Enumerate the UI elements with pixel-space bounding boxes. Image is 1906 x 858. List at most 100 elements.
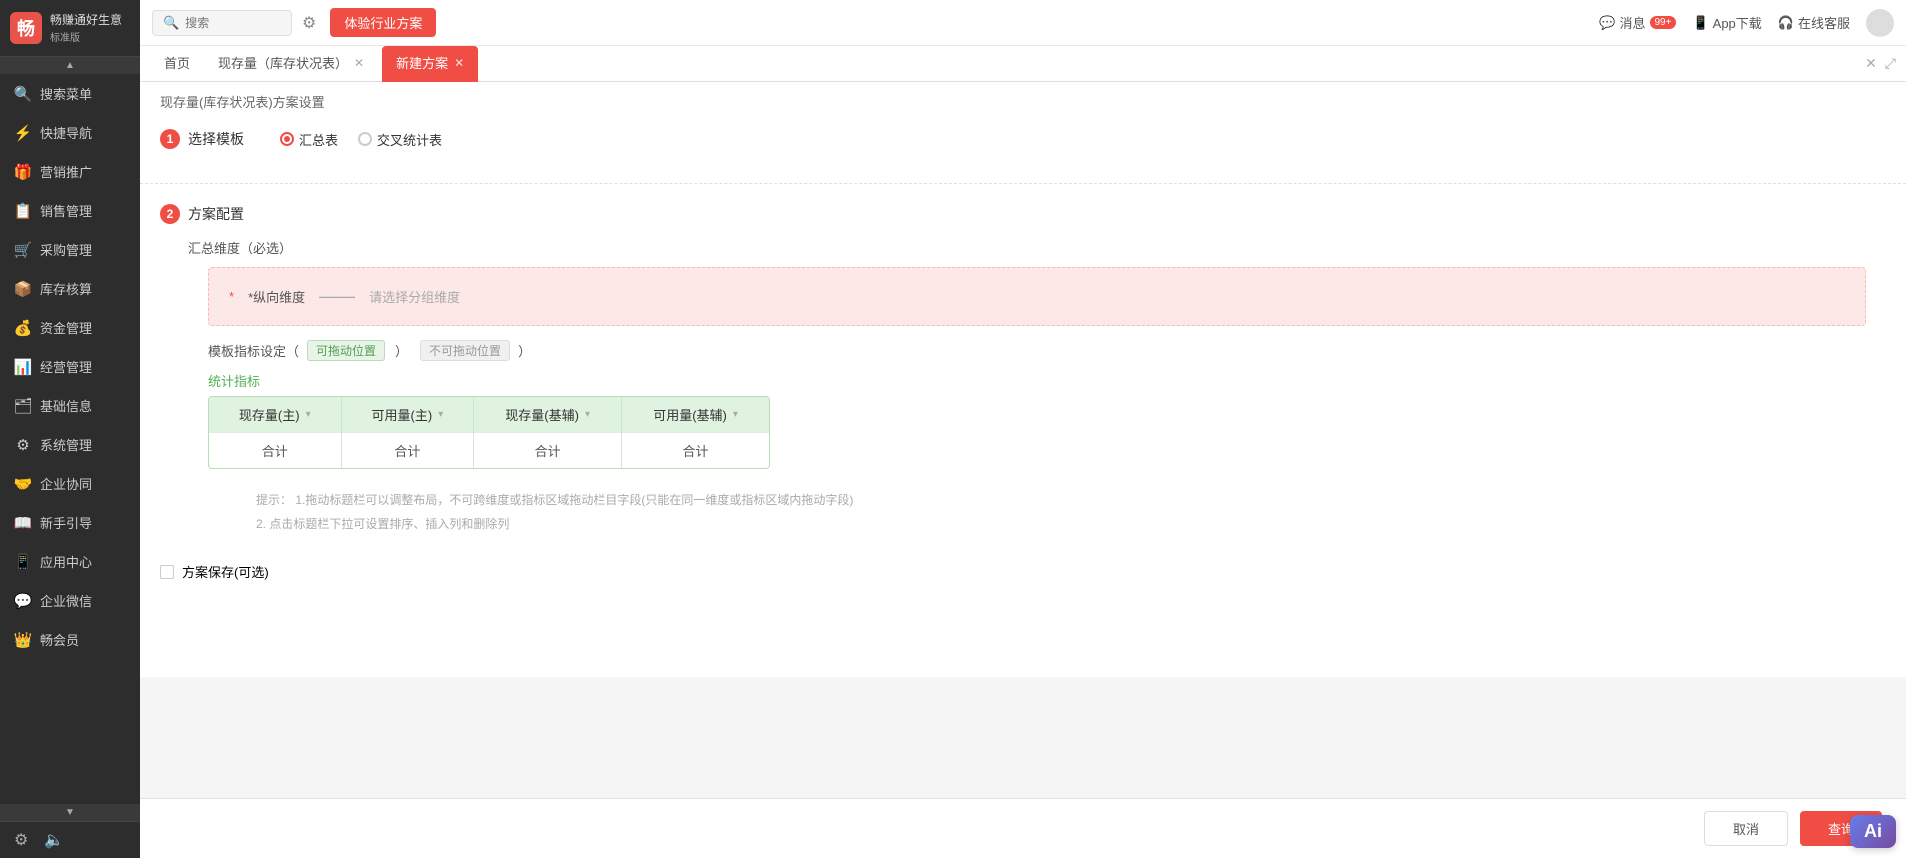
tab-expand-icon[interactable]: ⤢ (1885, 55, 1896, 72)
tab-close-inventory[interactable]: ✕ (354, 56, 364, 70)
sidebar-item-member[interactable]: 👑 畅会员 (0, 620, 140, 659)
sidebar-item-label: 快捷导航 (40, 123, 92, 142)
tag-draggable: 可拖动位置 (307, 340, 385, 361)
table-row: 合计 合计 合计 合计 (209, 433, 769, 469)
search-input[interactable] (185, 16, 275, 30)
indicator-settings: 模板指标设定（ 可拖动位置 ） 不可拖动位置 ） 统计指标 (208, 340, 1866, 536)
sidebar-scroll-up[interactable]: ▲ (0, 57, 140, 74)
sidebar-item-label: 营销推广 (40, 162, 92, 181)
sidebar-item-label: 应用中心 (40, 552, 92, 571)
cell-1-4: 合计 (622, 433, 769, 469)
dimension-inner: * *纵向维度 —— 请选择分组维度 (229, 286, 1845, 307)
indicator-label: 模板指标设定（ 可拖动位置 ） 不可拖动位置 ） (208, 340, 1866, 361)
sidebar-item-quick-nav[interactable]: ⚡ 快捷导航 (0, 113, 140, 152)
section-2: 2 方案配置 汇总维度（必选） * *纵向维度 —— 请选择分组维度 (140, 194, 1906, 546)
sidebar-item-label: 系统管理 (40, 435, 92, 454)
col-header-1[interactable]: 现存量(主) ▾ (209, 397, 341, 433)
app-logo: 畅 畅赚通好生意 标准版 (0, 0, 140, 57)
save-option-label: 方案保存(可选) (182, 562, 269, 581)
ai-badge[interactable]: Ai (1850, 815, 1896, 848)
cell-1-2: 合计 (341, 433, 474, 469)
radio-summary[interactable]: 汇总表 (280, 130, 338, 149)
dimension-required-label: 汇总维度（必选） (188, 238, 1886, 257)
sidebar-item-label: 基础信息 (40, 396, 92, 415)
sidebar-item-marketing[interactable]: 🎁 营销推广 (0, 152, 140, 191)
col-header-2[interactable]: 可用量(主) ▾ (341, 397, 474, 433)
search-icon: 🔍 (163, 15, 179, 31)
dimension-placeholder[interactable]: 请选择分组维度 (369, 287, 460, 306)
sidebar-item-operations[interactable]: 📊 经营管理 (0, 347, 140, 386)
sidebar-item-wechat[interactable]: 💬 企业微信 (0, 581, 140, 620)
tips-section: 提示： 1.拖动标题栏可以调整布局，不可跨维度或指标区域拖动栏目字段(只能在同一… (256, 488, 1846, 536)
save-checkbox[interactable] (160, 565, 174, 579)
cell-1-1: 合计 (209, 433, 341, 469)
settings-icon[interactable]: ⚙ (14, 830, 28, 850)
section-1: 1 选择模板 汇总表 交叉统计表 (140, 119, 1906, 173)
sidebar-item-corp[interactable]: 🤝 企业协同 (0, 464, 140, 503)
sidebar-item-guide[interactable]: 📖 新手引导 (0, 503, 140, 542)
sidebar-item-system[interactable]: ⚙ 系统管理 (0, 425, 140, 464)
user-avatar[interactable] (1866, 9, 1894, 37)
sidebar-item-sales[interactable]: 📋 销售管理 (0, 191, 140, 230)
sidebar-item-app-center[interactable]: 📱 应用中心 (0, 542, 140, 581)
content-area: 现存量(库存状况表)方案设置 1 选择模板 汇总表 交叉统计表 (140, 82, 1906, 858)
operations-icon: 📊 (14, 358, 32, 376)
base-info-icon: 🗂 (14, 397, 32, 415)
tip-2: 2. 点击标题栏下拉可设置排序、插入列和删除列 (256, 512, 1846, 536)
tab-home[interactable]: 首页 (150, 46, 204, 82)
topbar-right: 💬 消息 99+ 📱 App下载 🎧 在线客服 (1599, 9, 1894, 37)
sidebar-item-label: 经营管理 (40, 357, 92, 376)
section2-header: 2 方案配置 (160, 204, 1886, 224)
section1-title: 选择模板 (188, 129, 244, 149)
tab-inventory-status[interactable]: 现存量（库存状况表） ✕ (204, 46, 378, 82)
stats-table-wrapper: 现存量(主) ▾ 可用量(主) ▾ (208, 396, 770, 469)
required-star: * (229, 289, 234, 304)
dimension-area: * *纵向维度 —— 请选择分组维度 (208, 267, 1866, 326)
guide-icon: 📖 (14, 514, 32, 532)
inventory-icon: 📦 (14, 280, 32, 298)
message-btn[interactable]: 💬 消息 99+ (1599, 13, 1676, 32)
marketing-icon: 🎁 (14, 163, 32, 181)
col-header-3[interactable]: 现存量(基辅) ▾ (474, 397, 622, 433)
tag-non-draggable: 不可拖动位置 (420, 340, 510, 361)
chevron-down-icon-4[interactable]: ▾ (733, 409, 738, 420)
system-icon: ⚙ (14, 436, 32, 454)
stats-section-label: 统计指标 (208, 371, 1866, 390)
sidebar: 畅 畅赚通好生意 标准版 ▲ 🔍 搜索菜单 ⚡ 快捷导航 🎁 营销推广 📋 销售… (0, 0, 140, 858)
chevron-down-icon-3[interactable]: ▾ (585, 409, 590, 420)
template-options: 汇总表 交叉统计表 (280, 130, 442, 149)
logo-text: 畅赚通好生意 标准版 (50, 12, 122, 44)
corp-icon: 🤝 (14, 475, 32, 493)
tab-new-scheme[interactable]: 新建方案 ✕ (382, 46, 478, 82)
app-download-btn[interactable]: 📱 App下载 (1692, 13, 1761, 32)
tab-close-panel-icon[interactable]: ✕ (1865, 55, 1877, 72)
app-center-icon: 📱 (14, 553, 32, 571)
search-box[interactable]: 🔍 (152, 10, 292, 36)
sidebar-item-search-menu[interactable]: 🔍 搜索菜单 (0, 74, 140, 113)
gear-icon[interactable]: ⚙ (302, 13, 316, 33)
quick-nav-icon: ⚡ (14, 124, 32, 142)
chevron-down-icon-1[interactable]: ▾ (306, 409, 311, 420)
cancel-button[interactable]: 取消 (1704, 811, 1788, 846)
sidebar-item-finance[interactable]: 💰 资金管理 (0, 308, 140, 347)
content-inner: 现存量(库存状况表)方案设置 1 选择模板 汇总表 交叉统计表 (140, 82, 1906, 677)
radio-cross[interactable]: 交叉统计表 (358, 130, 442, 149)
sound-icon[interactable]: 🔈 (44, 830, 64, 850)
sidebar-item-label: 库存核算 (40, 279, 92, 298)
sidebar-item-label: 销售管理 (40, 201, 92, 220)
step1-badge: 1 (160, 129, 180, 149)
sidebar-item-inventory[interactable]: 📦 库存核算 (0, 269, 140, 308)
sidebar-item-purchase[interactable]: 🛒 采购管理 (0, 230, 140, 269)
sidebar-scroll-down[interactable]: ▼ (0, 804, 140, 821)
col-header-4[interactable]: 可用量(基辅) ▾ (622, 397, 769, 433)
online-service-btn[interactable]: 🎧 在线客服 (1778, 13, 1850, 32)
radio-summary-circle (280, 132, 294, 146)
sidebar-item-base-info[interactable]: 🗂 基础信息 (0, 386, 140, 425)
tab-close-new-scheme[interactable]: ✕ (454, 56, 464, 70)
chevron-down-icon-2[interactable]: ▾ (438, 409, 443, 420)
search-menu-icon: 🔍 (14, 85, 32, 103)
main-area: 🔍 ⚙ 体验行业方案 💬 消息 99+ 📱 App下载 🎧 在线客服 首页 (140, 0, 1906, 858)
industry-btn[interactable]: 体验行业方案 (330, 8, 436, 37)
sidebar-item-label: 企业协同 (40, 474, 92, 493)
sidebar-item-label: 资金管理 (40, 318, 92, 337)
